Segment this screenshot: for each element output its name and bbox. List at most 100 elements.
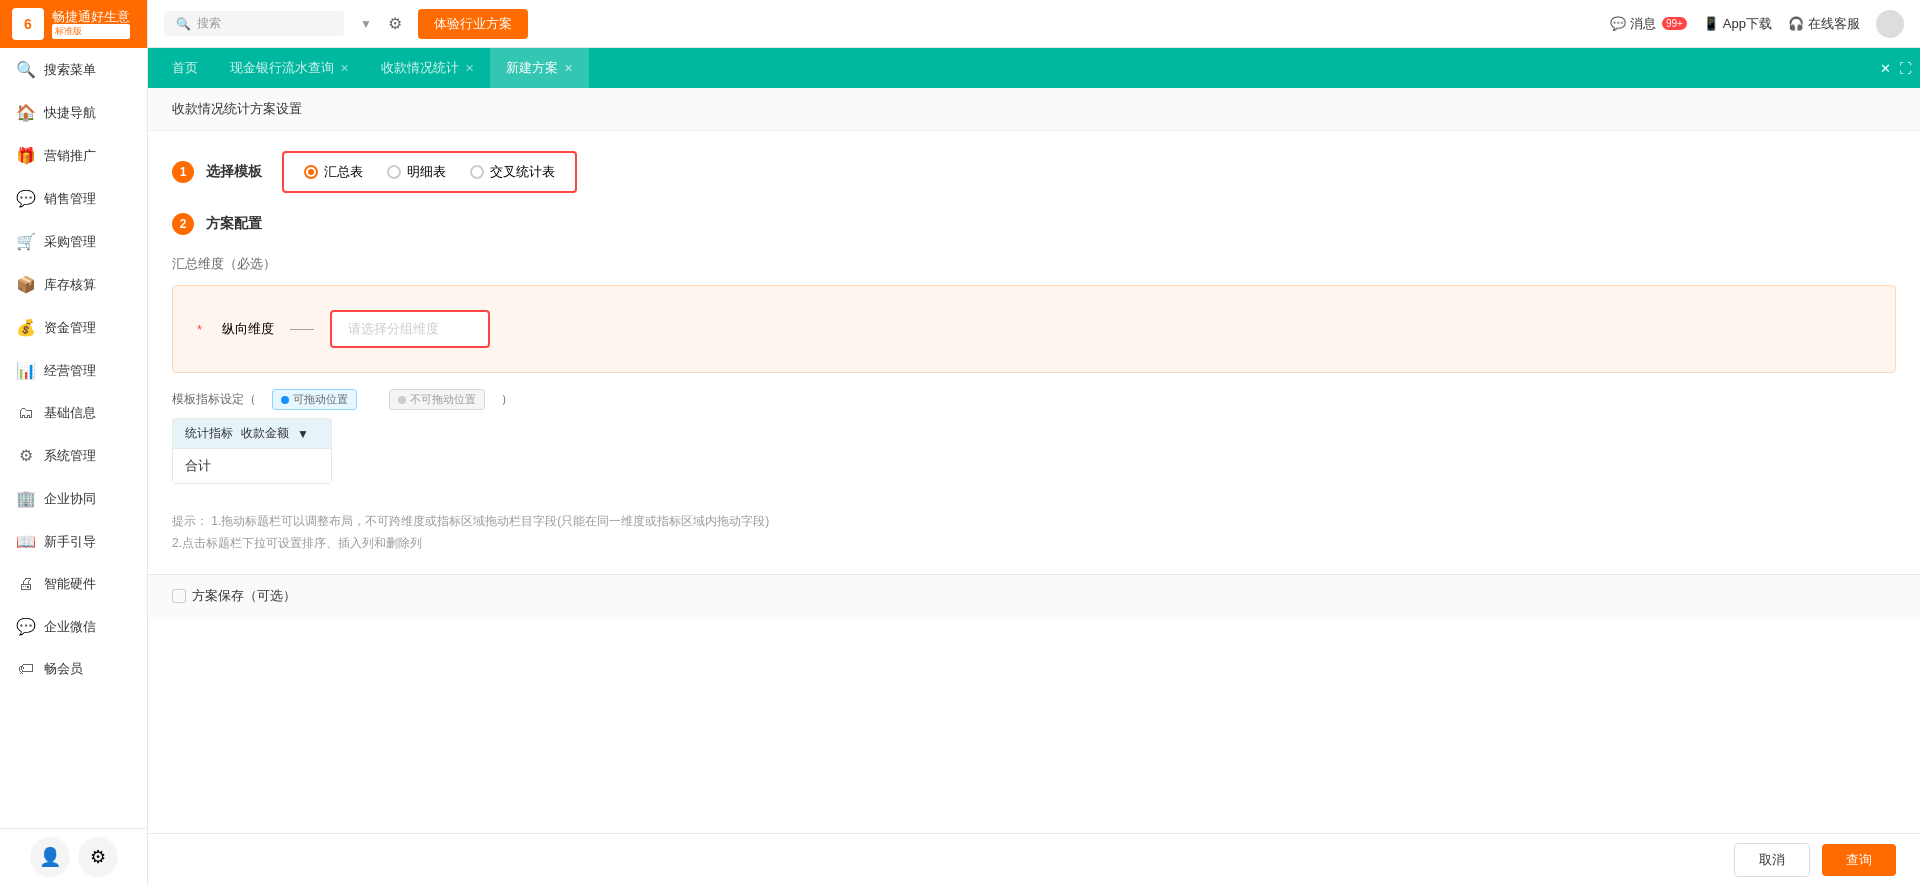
vertical-label: 纵向维度 [222, 320, 274, 338]
sidebar-item-inventory[interactable]: 📦 库存核算 [0, 263, 147, 306]
tab-home[interactable]: 首页 [156, 48, 214, 88]
trial-button[interactable]: 体验行业方案 [418, 9, 528, 39]
arrow-line: —— [290, 322, 314, 336]
download-icon: 📱 [1703, 16, 1719, 31]
message-action[interactable]: 💬 消息 99+ [1610, 15, 1687, 33]
header-search-box[interactable]: 🔍 搜索 [164, 11, 344, 36]
sidebar-item-label: 营销推广 [44, 147, 96, 165]
radio-detail[interactable]: 明细表 [387, 163, 446, 181]
radio-cross-dot [470, 165, 484, 179]
sidebar-item-label: 快捷导航 [44, 104, 96, 122]
metrics-header: 模板指标设定（ 可拖动位置 不可拖动位置 ） [172, 389, 1896, 410]
logo-badge: 标准版 [52, 24, 130, 39]
sidebar-item-system[interactable]: ⚙ 系统管理 [0, 434, 147, 477]
tab-home-label: 首页 [172, 59, 198, 77]
sidebar-logo: 6 畅捷通好生意 标准版 [0, 0, 147, 48]
message-badge: 99+ [1662, 17, 1687, 30]
tab-bank-flow-label: 现金银行流水查询 [230, 59, 334, 77]
sidebar-item-label: 采购管理 [44, 233, 96, 251]
sidebar-item-guide[interactable]: 📖 新手引导 [0, 520, 147, 563]
tab-collection-stat[interactable]: 收款情况统计 ✕ [365, 48, 490, 88]
radio-cross-label: 交叉统计表 [490, 163, 555, 181]
cart-icon: 🛒 [16, 232, 36, 251]
chat-icon: 💬 [16, 189, 36, 208]
metrics-suffix2: ） [501, 391, 513, 408]
movable-tag-label: 可拖动位置 [293, 392, 348, 407]
sidebar-item-hardware[interactable]: 🖨 智能硬件 [0, 563, 147, 605]
sidebar-settings-btn[interactable]: ⚙ [78, 837, 118, 877]
search-placeholder: 搜索 [197, 15, 221, 32]
dimension-select-box[interactable]: 请选择分组维度 [330, 310, 490, 348]
logo-icon: 6 [12, 8, 44, 40]
save-checkbox[interactable] [172, 589, 186, 603]
sidebar-item-label: 基础信息 [44, 404, 96, 422]
metrics-dropdown-btn[interactable]: 收款金额 [241, 425, 289, 442]
sidebar-item-purchase[interactable]: 🛒 采购管理 [0, 220, 147, 263]
fixed-dot [398, 396, 406, 404]
sidebar: 6 畅捷通好生意 标准版 🔍 搜索菜单 🏠 快捷导航 🎁 营销推广 💬 销售管理… [0, 0, 148, 885]
wechat-icon: 💬 [16, 617, 36, 636]
sidebar-item-member[interactable]: 🏷 畅会员 [0, 648, 147, 690]
tab-bank-flow-close[interactable]: ✕ [340, 62, 349, 75]
sidebar-item-wechat[interactable]: 💬 企业微信 [0, 605, 147, 648]
message-label: 消息 [1630, 15, 1656, 33]
tab-new-plan[interactable]: 新建方案 ✕ [490, 48, 589, 88]
sidebar-item-sales[interactable]: 💬 销售管理 [0, 177, 147, 220]
radio-summary[interactable]: 汇总表 [304, 163, 363, 181]
main-area: 🔍 搜索 ▼ ⚙ 体验行业方案 💬 消息 99+ 📱 App下载 🎧 在线客服 [148, 0, 1920, 885]
radio-summary-label: 汇总表 [324, 163, 363, 181]
sidebar-item-operation[interactable]: 📊 经营管理 [0, 349, 147, 392]
sidebar-item-label: 畅会员 [44, 660, 83, 678]
save-checkbox-label[interactable]: 方案保存（可选） [172, 587, 296, 605]
sidebar-item-quick-nav[interactable]: 🏠 快捷导航 [0, 91, 147, 134]
tab-collection-stat-label: 收款情况统计 [381, 59, 459, 77]
step1-label: 选择模板 [206, 163, 262, 181]
query-button[interactable]: 查询 [1822, 844, 1896, 876]
user-avatar[interactable] [1876, 10, 1904, 38]
radio-detail-label: 明细表 [407, 163, 446, 181]
tab-bar: 首页 现金银行流水查询 ✕ 收款情况统计 ✕ 新建方案 ✕ ✕ ⛶ [148, 48, 1920, 88]
home-icon: 🏠 [16, 103, 36, 122]
top-header: 🔍 搜索 ▼ ⚙ 体验行业方案 💬 消息 99+ 📱 App下载 🎧 在线客服 [148, 0, 1920, 48]
step2-row: 2 方案配置 [172, 213, 1896, 235]
app-download-action[interactable]: 📱 App下载 [1703, 15, 1772, 33]
sidebar-item-search[interactable]: 🔍 搜索菜单 [0, 48, 147, 91]
metrics-dropdown-icon[interactable]: ▼ [297, 427, 309, 441]
radio-cross[interactable]: 交叉统计表 [470, 163, 555, 181]
step2-label: 方案配置 [206, 215, 262, 233]
sidebar-item-label: 库存核算 [44, 276, 96, 294]
online-service-action[interactable]: 🎧 在线客服 [1788, 15, 1860, 33]
metrics-table-row: 合计 [173, 449, 331, 483]
tab-bar-actions: ✕ ⛶ [1880, 61, 1912, 76]
bottom-action-bar: 取消 查询 [148, 833, 1920, 885]
sidebar-item-label: 销售管理 [44, 190, 96, 208]
gear-icon: ⚙ [16, 446, 36, 465]
sidebar-user-btn[interactable]: 👤 [30, 837, 70, 877]
online-service-label: 在线客服 [1808, 15, 1860, 33]
tab-close-all-icon[interactable]: ✕ [1880, 61, 1891, 76]
sidebar-item-enterprise[interactable]: 🏢 企业协同 [0, 477, 147, 520]
tab-collection-stat-close[interactable]: ✕ [465, 62, 474, 75]
service-icon: 🎧 [1788, 16, 1804, 31]
sidebar-item-marketing[interactable]: 🎁 营销推广 [0, 134, 147, 177]
movable-tag: 可拖动位置 [272, 389, 357, 410]
section2-area: 汇总维度（必选） * 纵向维度 —— 请选择分组维度 [172, 255, 1896, 554]
settings-icon[interactable]: ⚙ [388, 14, 402, 33]
sidebar-item-finance[interactable]: 💰 资金管理 [0, 306, 147, 349]
sidebar-item-label: 智能硬件 [44, 575, 96, 593]
sidebar-item-basic[interactable]: 🗂 基础信息 [0, 392, 147, 434]
tab-expand-icon[interactable]: ⛶ [1899, 61, 1912, 76]
tab-new-plan-close[interactable]: ✕ [564, 62, 573, 75]
sidebar-item-label: 系统管理 [44, 447, 96, 465]
content-area: 收款情况统计方案设置 1 选择模板 汇总表 明细表 [148, 88, 1920, 833]
tab-bank-flow[interactable]: 现金银行流水查询 ✕ [214, 48, 365, 88]
sidebar-item-label: 企业微信 [44, 618, 96, 636]
search-dropdown-icon[interactable]: ▼ [360, 17, 372, 31]
sidebar-item-label: 企业协同 [44, 490, 96, 508]
app-download-label: App下载 [1723, 15, 1772, 33]
cancel-button[interactable]: 取消 [1734, 843, 1810, 877]
hint-line-1: 提示： 1.拖动标题栏可以调整布局，不可跨维度或指标区域拖动栏目字段(只能在同一… [172, 511, 1896, 533]
movable-dot [281, 396, 289, 404]
book-icon: 📖 [16, 532, 36, 551]
dimension-area: * 纵向维度 —— 请选择分组维度 [172, 285, 1896, 373]
